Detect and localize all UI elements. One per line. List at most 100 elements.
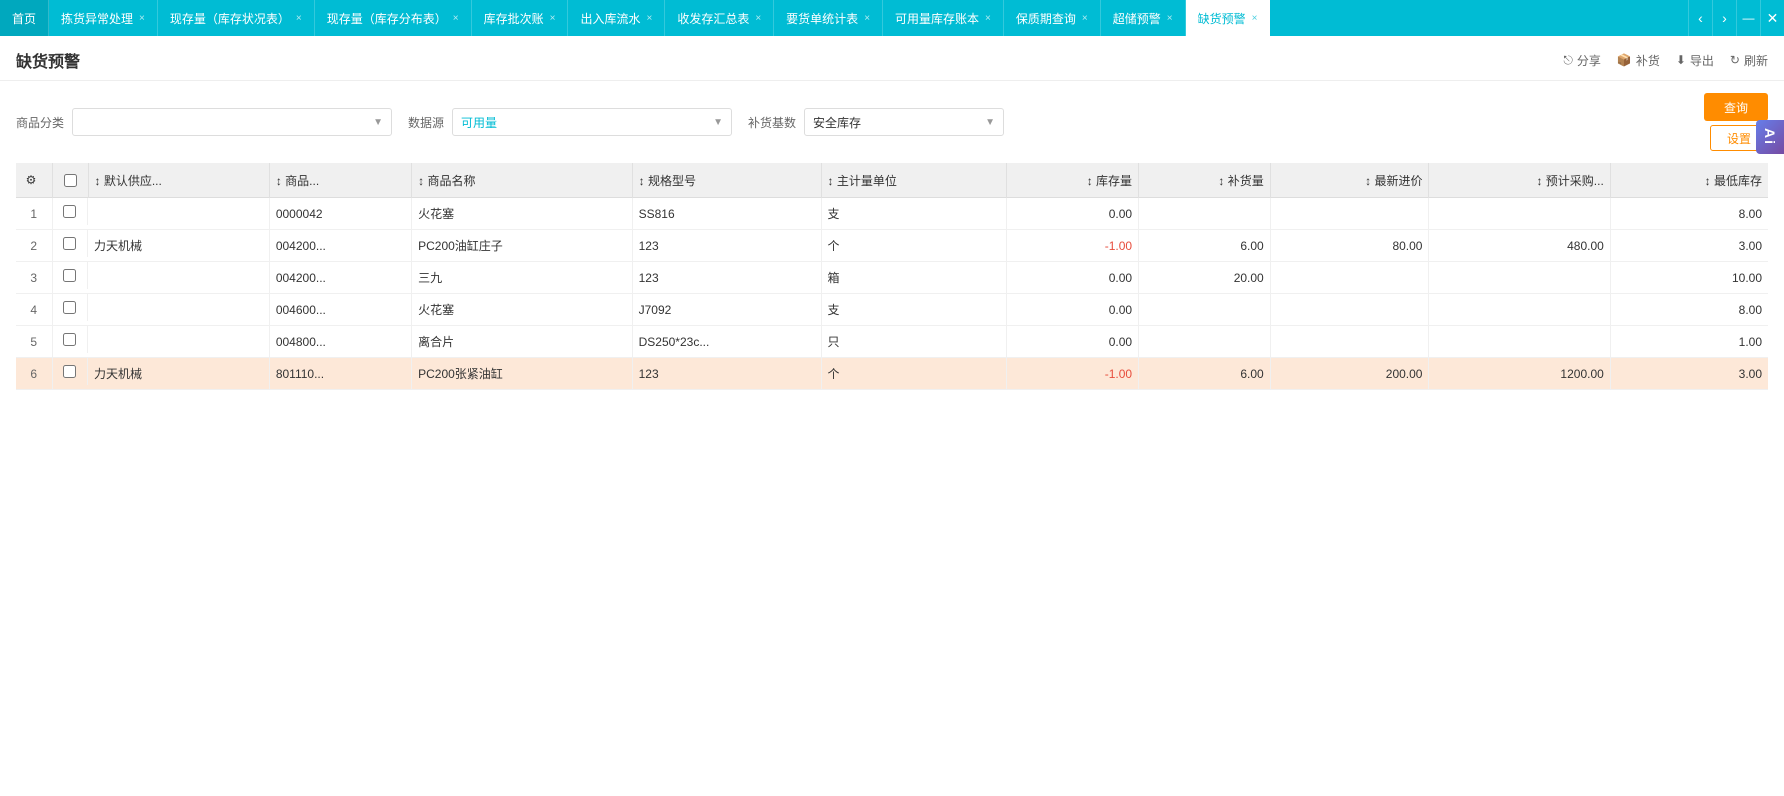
- replenish-base-select[interactable]: 安全库存 ▼: [804, 108, 1004, 136]
- minimize-button[interactable]: —: [1736, 0, 1760, 36]
- table-row: 3 004200... 三九 123 箱 0.00 20.00 10.00: [16, 262, 1768, 294]
- close-window-button[interactable]: ✕: [1760, 0, 1784, 36]
- tab-label: 收发存汇总表: [677, 10, 749, 27]
- row-number: 1: [16, 198, 52, 230]
- query-button[interactable]: 查询: [1704, 93, 1768, 121]
- tab-picking-exception[interactable]: 拣货异常处理 ×: [49, 0, 158, 36]
- close-icon[interactable]: ×: [864, 13, 870, 24]
- tab-inout-flow[interactable]: 出入库流水 ×: [568, 0, 665, 36]
- share-button[interactable]: ⎋ 分享: [1563, 52, 1601, 69]
- estimated-purchase-cell: 1200.00: [1429, 358, 1610, 390]
- latest-price-column-header[interactable]: ↕ 最新进价: [1270, 163, 1429, 198]
- product-name-cell: PC200张紧油缸: [412, 358, 633, 390]
- tab-requisition-stats[interactable]: 要货单统计表 ×: [774, 0, 883, 36]
- tab-inventory-status[interactable]: 现存量（库存状况表） ×: [158, 0, 315, 36]
- product-code-column-header[interactable]: ↕ 商品...: [269, 163, 411, 198]
- next-tab-button[interactable]: ›: [1712, 0, 1736, 36]
- close-icon[interactable]: ×: [1167, 13, 1173, 24]
- product-name-cell: 火花塞: [412, 294, 633, 326]
- close-icon[interactable]: ×: [646, 13, 652, 24]
- row-checkbox-cell[interactable]: [53, 294, 89, 321]
- stock-cell: 0.00: [1007, 262, 1139, 294]
- row-checkbox[interactable]: [63, 269, 76, 282]
- row-checkbox[interactable]: [63, 205, 76, 218]
- gear-icon[interactable]: ⚙: [22, 171, 40, 189]
- tab-available-ledger[interactable]: 可用量库存账本 ×: [883, 0, 1004, 36]
- spec-cell: DS250*23c...: [632, 326, 821, 358]
- refresh-button[interactable]: ↻ 刷新: [1730, 52, 1768, 69]
- row-number: 4: [16, 294, 52, 326]
- row-checkbox-cell[interactable]: [53, 326, 89, 353]
- latest-price-cell: [1270, 198, 1429, 230]
- row-checkbox[interactable]: [63, 237, 76, 250]
- supplier-column-header[interactable]: ↕ 默认供应...: [88, 163, 269, 198]
- tab-label: 拣货异常处理: [61, 10, 133, 27]
- tab-shortage[interactable]: 缺货预警 ×: [1186, 0, 1271, 36]
- close-icon[interactable]: ×: [1082, 13, 1088, 24]
- datasource-label: 数据源: [408, 114, 444, 131]
- tab-expiry-query[interactable]: 保质期查询 ×: [1004, 0, 1101, 36]
- chevron-down-icon: ▼: [713, 117, 723, 128]
- filter-area: 商品分类 ▼ 数据源 可用量 ▼ 补货基数 安全库存 ▼ 查询 设置: [0, 81, 1784, 163]
- category-select[interactable]: ▼: [72, 108, 392, 136]
- checkbox-column-header[interactable]: [52, 163, 88, 198]
- estimated-purchase-cell: [1429, 326, 1610, 358]
- close-icon[interactable]: ×: [1252, 13, 1258, 24]
- row-checkbox-cell[interactable]: [53, 262, 89, 289]
- row-checkbox[interactable]: [63, 301, 76, 314]
- close-icon[interactable]: ×: [985, 13, 991, 24]
- tab-label: 现存量（库存状况表）: [170, 10, 290, 27]
- min-stock-cell: 10.00: [1610, 262, 1768, 294]
- datasource-value: 可用量: [461, 114, 497, 131]
- tab-overstock[interactable]: 超储预警 ×: [1101, 0, 1186, 36]
- tab-label: 现存量（库存分布表）: [327, 10, 447, 27]
- replenish-cell: [1139, 326, 1271, 358]
- tab-summary[interactable]: 收发存汇总表 ×: [665, 0, 774, 36]
- latest-price-cell: [1270, 294, 1429, 326]
- close-icon[interactable]: ×: [453, 13, 459, 24]
- spec-column-header[interactable]: ↕ 规格型号: [632, 163, 821, 198]
- select-all-checkbox[interactable]: [64, 174, 77, 187]
- row-checkbox[interactable]: [63, 365, 76, 378]
- replenish-icon: 📦: [1617, 53, 1632, 67]
- stock-cell: 0.00: [1007, 294, 1139, 326]
- tab-home[interactable]: 首页: [0, 0, 49, 36]
- ai-badge[interactable]: Ai: [1756, 120, 1784, 154]
- replenish-base-label: 补货基数: [748, 114, 796, 131]
- main-content: 缺货预警 ⎋ 分享 📦 补货 ⬇ 导出 ↻ 刷新 商品分类: [0, 36, 1784, 796]
- row-checkbox[interactable]: [63, 333, 76, 346]
- replenish-label: ↕ 补货量: [1218, 174, 1263, 188]
- supplier-cell: [88, 198, 269, 230]
- close-icon[interactable]: ×: [139, 13, 145, 24]
- refresh-icon: ↻: [1730, 53, 1740, 67]
- row-checkbox-cell[interactable]: [53, 198, 89, 225]
- close-icon[interactable]: ×: [550, 13, 556, 24]
- close-icon[interactable]: ×: [755, 13, 761, 24]
- prev-tab-button[interactable]: ‹: [1688, 0, 1712, 36]
- tab-batch-ledger[interactable]: 库存批次账 ×: [472, 0, 569, 36]
- row-checkbox-cell[interactable]: [53, 230, 89, 257]
- unit-column-header[interactable]: ↕ 主计量单位: [821, 163, 1007, 198]
- datasource-filter-group: 数据源 可用量 ▼: [408, 108, 732, 136]
- export-button[interactable]: ⬇ 导出: [1676, 52, 1714, 69]
- row-checkbox-cell[interactable]: [53, 358, 89, 385]
- min-stock-column-header[interactable]: ↕ 最低库存: [1610, 163, 1768, 198]
- product-name-cell: 离合片: [412, 326, 633, 358]
- estimated-purchase-column-header[interactable]: ↕ 预计采购...: [1429, 163, 1610, 198]
- replenish-cell: 20.00: [1139, 262, 1271, 294]
- product-name-column-header[interactable]: ↕ 商品名称: [412, 163, 633, 198]
- replenish-button[interactable]: 📦 补货: [1617, 52, 1660, 69]
- product-name-cell: 三九: [412, 262, 633, 294]
- tab-inventory-distribution[interactable]: 现存量（库存分布表） ×: [315, 0, 472, 36]
- tab-label: 出入库流水: [580, 10, 640, 27]
- latest-price-cell: [1270, 326, 1429, 358]
- datasource-select[interactable]: 可用量 ▼: [452, 108, 732, 136]
- estimated-purchase-cell: 480.00: [1429, 230, 1610, 262]
- tab-home-label: 首页: [12, 10, 36, 27]
- replenish-column-header[interactable]: ↕ 补货量: [1139, 163, 1271, 198]
- min-stock-label: ↕ 最低库存: [1705, 174, 1762, 188]
- close-icon[interactable]: ×: [296, 13, 302, 24]
- settings-column-header[interactable]: ⚙: [16, 163, 52, 198]
- stock-column-header[interactable]: ↕ 库存量: [1007, 163, 1139, 198]
- estimated-purchase-cell: [1429, 198, 1610, 230]
